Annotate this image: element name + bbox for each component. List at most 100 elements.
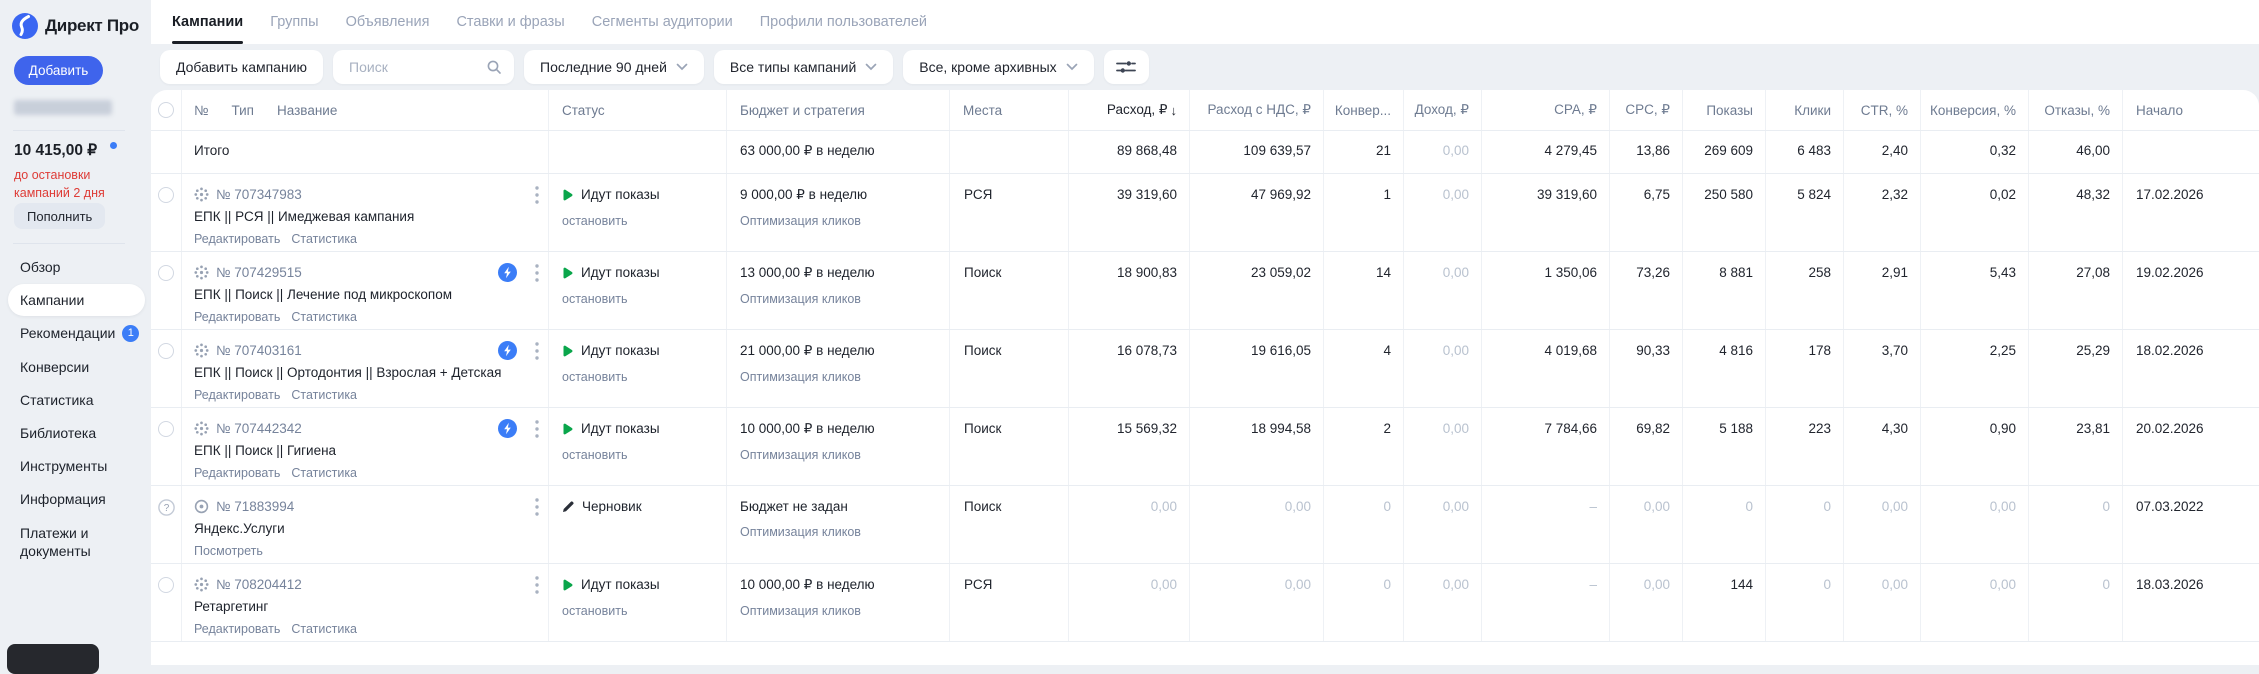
campaign-links: Редактировать Статистика	[194, 310, 540, 324]
column-header-bounce-rate[interactable]: Отказы, %	[2028, 90, 2122, 130]
campaign-type-dropdown[interactable]: Все типы кампаний	[713, 50, 894, 84]
table-row: № 707403161 ЕПК || Поиск || Ортодонтия |…	[151, 330, 2259, 408]
row-menu-icon[interactable]	[535, 420, 539, 438]
boost-badge-icon[interactable]	[498, 341, 517, 360]
campaign-action-link[interactable]: Статистика	[291, 622, 357, 636]
campaign-action-link[interactable]: Редактировать	[194, 232, 280, 246]
archive-filter-dropdown[interactable]: Все, кроме архивных	[903, 50, 1094, 84]
boost-badge-icon[interactable]	[498, 419, 517, 438]
campaign-action-link[interactable]: Статистика	[291, 232, 357, 246]
budget-strategy-link[interactable]: Оптимизация кликов	[740, 448, 949, 462]
campaign-action-link[interactable]: Статистика	[291, 310, 357, 324]
row-checkbox[interactable]	[158, 577, 174, 593]
column-header-impressions[interactable]: Показы	[1682, 90, 1765, 130]
sidebar-item-statistics[interactable]: Статистика	[8, 384, 145, 416]
add-campaign-button[interactable]: Добавить кампанию	[160, 50, 324, 84]
campaign-name[interactable]: ЕПК || Поиск || Гигиена	[194, 443, 540, 458]
epk-campaign-icon	[194, 187, 209, 202]
cell-cpc: 73,26	[1609, 252, 1682, 329]
column-header-conversion-rate[interactable]: Конверсия, %	[1920, 90, 2028, 130]
tab-ads[interactable]: Объявления	[346, 0, 430, 44]
column-header-start-date[interactable]: Начало	[2122, 90, 2259, 130]
row-menu-icon[interactable]	[535, 264, 539, 282]
cell-bounce-rate: 48,32	[2028, 174, 2122, 251]
column-header-conversions[interactable]: Конвер...	[1323, 90, 1403, 130]
column-header-type: Тип	[231, 102, 254, 118]
row-checkbox[interactable]	[158, 421, 174, 437]
search-input[interactable]	[347, 58, 482, 76]
campaign-action-link[interactable]: Редактировать	[194, 388, 280, 402]
budget-strategy-link[interactable]: Оптимизация кликов	[740, 525, 949, 539]
campaign-name[interactable]: Яндекс.Услуги	[194, 521, 540, 536]
campaign-action-link[interactable]: Посмотреть	[194, 544, 263, 558]
cell-cost-with-vat: 47 969,92	[1189, 174, 1323, 251]
budget-strategy-link[interactable]: Оптимизация кликов	[740, 214, 949, 228]
campaign-number: № 707347983	[216, 187, 302, 202]
column-header-cpc[interactable]: CPC, ₽	[1609, 90, 1682, 130]
tab-user-profiles[interactable]: Профили пользователей	[760, 0, 927, 44]
cell-conversions: 2	[1323, 408, 1403, 485]
row-checkbox[interactable]	[158, 187, 174, 203]
column-header-ctr[interactable]: CTR, %	[1843, 90, 1920, 130]
search-box[interactable]	[333, 50, 515, 84]
row-menu-icon[interactable]	[535, 342, 539, 360]
sidebar-item-tools[interactable]: Инструменты	[8, 450, 145, 482]
row-checkbox[interactable]	[158, 343, 174, 359]
status-label: Идут показы	[581, 187, 660, 202]
campaign-action-link[interactable]: Редактировать	[194, 310, 280, 324]
budget-strategy-link[interactable]: Оптимизация кликов	[740, 604, 949, 618]
sidebar-item-overview[interactable]: Обзор	[8, 251, 145, 283]
sidebar-item-conversions[interactable]: Конверсии	[8, 351, 145, 383]
columns-settings-button[interactable]	[1103, 50, 1149, 84]
status-stop-link[interactable]: остановить	[562, 604, 726, 618]
campaign-action-link[interactable]: Статистика	[291, 466, 357, 480]
row-menu-icon[interactable]	[535, 576, 539, 594]
boost-badge-icon[interactable]	[498, 263, 517, 282]
sidebar-item-payments-documents[interactable]: Платежи и документы	[8, 517, 145, 567]
cell-cost: 15 569,32	[1068, 408, 1189, 485]
cell-cost-with-vat: 0,00	[1189, 564, 1323, 641]
epk-campaign-icon	[194, 577, 209, 592]
account-name-redacted[interactable]	[14, 100, 112, 115]
budget-strategy-link[interactable]: Оптимизация кликов	[740, 292, 949, 306]
cell-conversions: 1	[1323, 174, 1403, 251]
budget-strategy-link[interactable]: Оптимизация кликов	[740, 370, 949, 384]
tab-campaigns[interactable]: Кампании	[172, 0, 244, 44]
sidebar-item-information[interactable]: Информация	[8, 483, 145, 515]
select-all-checkbox[interactable]	[158, 102, 174, 118]
column-header-cost[interactable]: Расход, ₽ ↓	[1068, 90, 1189, 130]
sliders-icon	[1116, 59, 1137, 75]
table-row: № 708204412 Ретаргетинг Редактировать Ста…	[151, 564, 2259, 642]
status-stop-link[interactable]: остановить	[562, 370, 726, 384]
column-header-cpa[interactable]: CPA, ₽	[1481, 90, 1609, 130]
add-button[interactable]: Добавить	[14, 56, 103, 85]
status-stop-link[interactable]: остановить	[562, 214, 726, 228]
campaign-name[interactable]: ЕПК || РСЯ || Имеджевая кампания	[194, 209, 540, 224]
question-icon[interactable]: ?	[157, 499, 175, 563]
column-header-cost-with-vat[interactable]: Расход с НДС, ₽	[1189, 90, 1323, 130]
column-header-clicks[interactable]: Клики	[1765, 90, 1843, 130]
row-menu-icon[interactable]	[535, 186, 539, 204]
sidebar-item-recommendations[interactable]: Рекомендации 1	[8, 317, 145, 349]
date-range-dropdown[interactable]: Последние 90 дней	[524, 50, 704, 84]
tab-bids-phrases[interactable]: Ставки и фразы	[456, 0, 564, 44]
topup-button[interactable]: Пополнить	[14, 203, 106, 229]
direct-pro-logo[interactable]: Директ Про	[0, 0, 151, 39]
campaign-name[interactable]: Ретаргетинг	[194, 599, 540, 614]
svg-text:?: ?	[163, 503, 169, 514]
campaign-places: РСЯ	[964, 577, 993, 592]
sidebar-item-library[interactable]: Библиотека	[8, 417, 145, 449]
status-stop-link[interactable]: остановить	[562, 448, 726, 462]
status-stop-link[interactable]: остановить	[562, 292, 726, 306]
row-checkbox[interactable]	[158, 265, 174, 281]
sidebar-item-campaigns[interactable]: Кампании	[8, 284, 145, 317]
column-header-revenue[interactable]: Доход, ₽	[1403, 90, 1481, 130]
campaign-name[interactable]: ЕПК || Поиск || Лечение под микроскопом	[194, 287, 540, 302]
tab-audience-segments[interactable]: Сегменты аудитории	[592, 0, 733, 44]
campaign-name[interactable]: ЕПК || Поиск || Ортодонтия || Взрослая +…	[194, 365, 540, 380]
campaign-action-link[interactable]: Статистика	[291, 388, 357, 402]
row-menu-icon[interactable]	[535, 498, 539, 516]
campaign-action-link[interactable]: Редактировать	[194, 466, 280, 480]
tab-groups[interactable]: Группы	[270, 0, 318, 44]
campaign-action-link[interactable]: Редактировать	[194, 622, 280, 636]
